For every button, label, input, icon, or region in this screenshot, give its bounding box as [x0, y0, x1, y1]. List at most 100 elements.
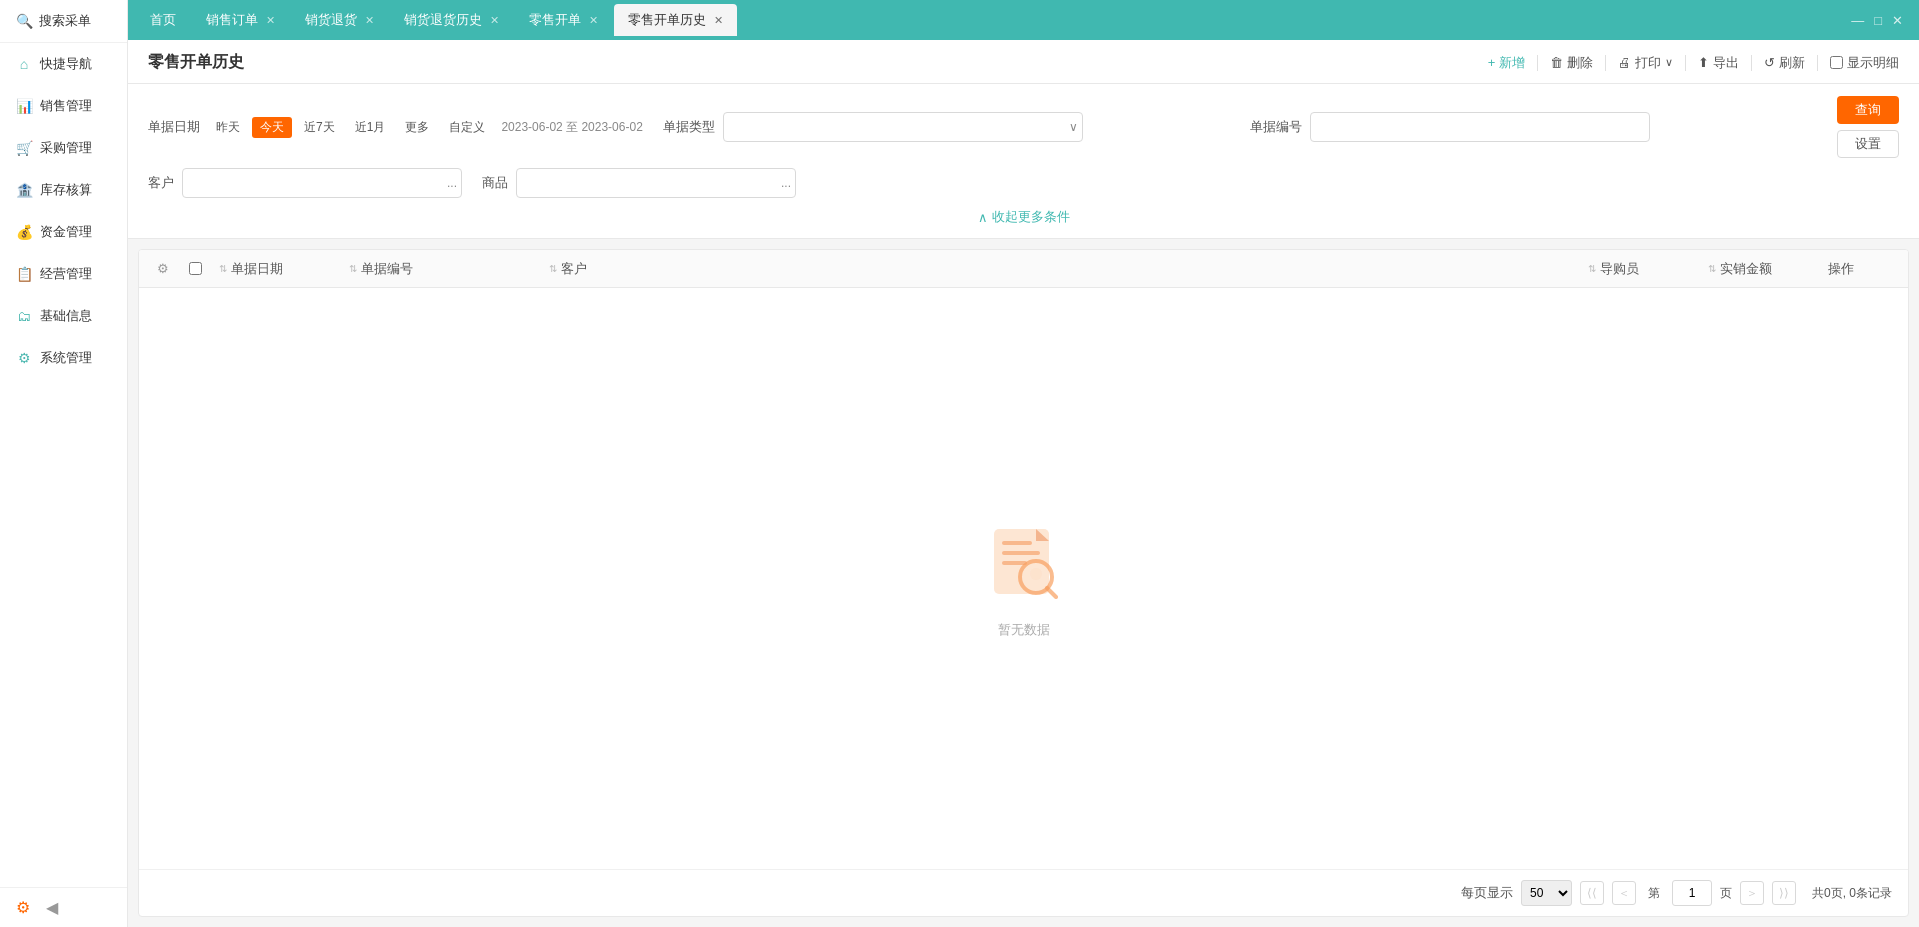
customer-input-box[interactable]: ...: [182, 168, 462, 198]
page-last-btn[interactable]: ⟩⟩: [1772, 881, 1796, 905]
date-btn-last-month[interactable]: 近1月: [347, 117, 394, 138]
bill-number-field: 单据编号: [1250, 112, 1817, 142]
empty-state: 暂无数据: [139, 288, 1908, 869]
refresh-button[interactable]: ↺ 刷新: [1764, 54, 1805, 72]
display-detail-toggle[interactable]: 显示明细: [1830, 54, 1899, 72]
toolbar-divider-1: [1537, 55, 1538, 71]
sidebar-item-purchase-mgmt[interactable]: 🛒 采购管理: [0, 127, 127, 169]
filter-collapse-toggle[interactable]: ∧ 收起更多条件: [148, 208, 1899, 226]
tab-sales-return-label: 销货退货: [305, 11, 357, 29]
settings-bottom-icon[interactable]: ⚙: [16, 898, 30, 917]
th-number: ⇅ 单据编号: [341, 260, 541, 278]
home-icon: ⌂: [16, 56, 32, 72]
select-all-checkbox[interactable]: [189, 262, 202, 275]
add-button[interactable]: + 新增: [1488, 54, 1525, 72]
column-settings-icon: ⚙: [157, 261, 169, 276]
close-button[interactable]: ✕: [1892, 13, 1903, 28]
tab-retail-open-history-close[interactable]: ✕: [714, 14, 723, 27]
tab-retail-open-history-label: 零售开单历史: [628, 11, 706, 29]
sidebar-item-quick-nav[interactable]: ⌂ 快捷导航: [0, 43, 127, 85]
th-amount: ⇅ 实销金额: [1700, 260, 1820, 278]
export-icon: ⬆: [1698, 55, 1709, 70]
tab-retail-open[interactable]: 零售开单 ✕: [515, 4, 612, 36]
display-detail-checkbox[interactable]: [1830, 56, 1843, 69]
sidebar-item-label: 库存核算: [40, 181, 92, 199]
bill-type-input[interactable]: ∨: [723, 112, 1083, 142]
th-customer-sort-icon[interactable]: ⇅: [549, 263, 557, 274]
goods-input-box[interactable]: ...: [516, 168, 796, 198]
goods-ellipsis-btn[interactable]: ...: [781, 176, 791, 190]
date-filter-field: 单据日期 昨天 今天 近7天 近1月 更多 自定义 2023-06-02 至 2…: [148, 117, 643, 138]
sidebar-search[interactable]: 🔍 搜索采单: [0, 0, 127, 43]
page-size-select[interactable]: 50 10 20 100: [1521, 880, 1572, 906]
sidebar-item-basic-info[interactable]: 🗂 基础信息: [0, 295, 127, 337]
sidebar-item-sales-mgmt[interactable]: 📊 销售管理: [0, 85, 127, 127]
tab-retail-open-close[interactable]: ✕: [589, 14, 598, 27]
svg-point-6: [1030, 568, 1042, 580]
page-next-btn[interactable]: ＞: [1740, 881, 1764, 905]
tab-retail-open-label: 零售开单: [529, 11, 581, 29]
page-first-btn[interactable]: ⟨⟨: [1580, 881, 1604, 905]
warehouse-icon: 🏦: [16, 182, 32, 198]
tab-sales-order-close[interactable]: ✕: [266, 14, 275, 27]
delete-button[interactable]: 🗑 删除: [1550, 54, 1593, 72]
th-number-sort-icon[interactable]: ⇅: [349, 263, 357, 274]
collapse-label: 收起更多条件: [992, 208, 1070, 226]
th-action-label: 操作: [1828, 260, 1854, 278]
svg-line-5: [1047, 588, 1056, 597]
bill-type-input-field[interactable]: [728, 120, 1065, 135]
date-btn-today[interactable]: 今天: [252, 117, 292, 138]
maximize-button[interactable]: □: [1874, 13, 1882, 28]
th-sort-icon[interactable]: ⇅: [219, 263, 227, 274]
customer-input-field[interactable]: [187, 176, 443, 191]
sidebar-item-finance[interactable]: 💰 资金管理: [0, 211, 127, 253]
customer-ellipsis-btn[interactable]: ...: [447, 176, 457, 190]
page-number-input[interactable]: [1672, 880, 1712, 906]
column-settings-btn[interactable]: ⚙: [147, 261, 179, 276]
setting-button[interactable]: 设置: [1837, 130, 1899, 158]
export-button[interactable]: ⬆ 导出: [1698, 54, 1739, 72]
date-btn-custom[interactable]: 自定义: [441, 117, 493, 138]
tab-home[interactable]: 首页: [136, 4, 190, 36]
bill-number-label: 单据编号: [1250, 118, 1302, 136]
sidebar-item-sys-mgmt[interactable]: ⚙ 系统管理: [0, 337, 127, 379]
minimize-button[interactable]: —: [1851, 13, 1864, 28]
sidebar-item-label: 基础信息: [40, 307, 92, 325]
goods-input-field[interactable]: [521, 176, 777, 191]
tab-sales-return-close[interactable]: ✕: [365, 14, 374, 27]
tab-sales-order[interactable]: 销售订单 ✕: [192, 4, 289, 36]
date-btn-yesterday[interactable]: 昨天: [208, 117, 248, 138]
toolbar-divider-5: [1817, 55, 1818, 71]
date-btn-more[interactable]: 更多: [397, 117, 437, 138]
page-prev-btn[interactable]: ＜: [1612, 881, 1636, 905]
date-btn-last7[interactable]: 近7天: [296, 117, 343, 138]
empty-text: 暂无数据: [998, 621, 1050, 639]
print-arrow-icon: ∨: [1665, 56, 1673, 69]
sidebar-item-label: 经营管理: [40, 265, 92, 283]
tab-sales-return-history-close[interactable]: ✕: [490, 14, 499, 27]
tab-sales-return-history[interactable]: 销货退货历史 ✕: [390, 4, 513, 36]
query-button[interactable]: 查询: [1837, 96, 1899, 124]
search-icon: 🔍: [16, 13, 33, 29]
collapse-sidebar-icon[interactable]: ◀: [46, 898, 58, 917]
filter-area: 单据日期 昨天 今天 近7天 近1月 更多 自定义 2023-06-02 至 2…: [128, 84, 1919, 239]
tab-retail-open-history[interactable]: 零售开单历史 ✕: [614, 4, 737, 36]
action-buttons: 查询 设置: [1837, 96, 1899, 158]
delete-label: 删除: [1567, 54, 1593, 72]
page-title: 零售开单历史: [148, 52, 244, 73]
th-guide-sort-icon[interactable]: ⇅: [1588, 263, 1596, 274]
sidebar-item-inventory[interactable]: 🏦 库存核算: [0, 169, 127, 211]
tab-sales-return[interactable]: 销货退货 ✕: [291, 4, 388, 36]
customer-label: 客户: [148, 174, 174, 192]
content-area: 零售开单历史 + 新增 🗑 删除 🖨 打印 ∨ ⬆ 导出: [128, 40, 1919, 927]
th-amount-sort-icon[interactable]: ⇅: [1708, 263, 1716, 274]
bill-type-dropdown-icon[interactable]: ∨: [1069, 120, 1078, 134]
th-customer-label: 客户: [561, 260, 587, 278]
tab-sales-order-label: 销售订单: [206, 11, 258, 29]
print-button[interactable]: 🖨 打印 ∨: [1618, 54, 1673, 72]
sidebar-item-operations[interactable]: 📋 经营管理: [0, 253, 127, 295]
date-range-display: 2023-06-02 至 2023-06-02: [501, 119, 642, 136]
bill-number-input[interactable]: [1310, 112, 1650, 142]
refresh-label: 刷新: [1779, 54, 1805, 72]
page-size-label: 每页显示: [1461, 884, 1513, 902]
